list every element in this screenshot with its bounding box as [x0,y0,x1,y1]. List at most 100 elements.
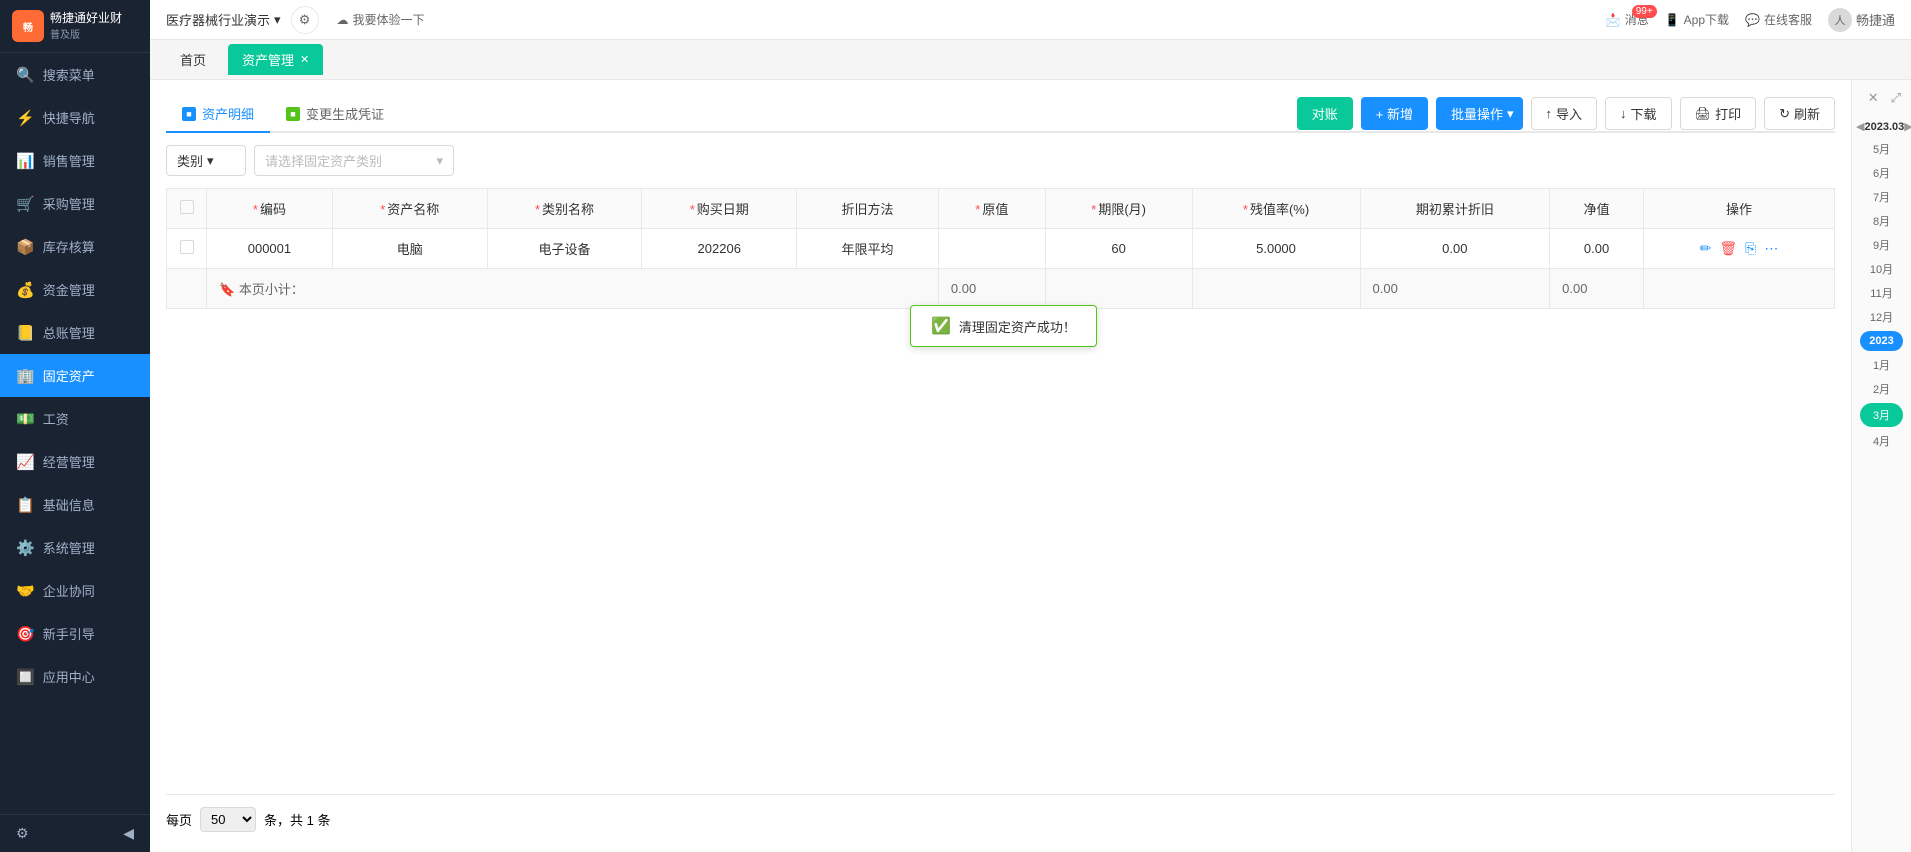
message-button[interactable]: 📩 消息 99+ [1606,11,1649,28]
pagination: 每页 50 10 20 100 条，共 1 条 [166,794,1835,836]
calendar-month-8[interactable]: 8月 [1852,209,1911,233]
calendar-month-1[interactable]: 1月 [1852,353,1911,377]
page-content: ■ 资产明细 ■ 变更生成凭证 对账 + 新增 批量操作 ▾ ↑ [150,80,1851,852]
calendar-close-button[interactable]: ✕ [1862,84,1885,112]
sidebar-item-fund[interactable]: 💰 资金管理 [0,268,150,311]
calendar-month-11[interactable]: 11月 [1852,281,1911,305]
category-dropdown-icon: ▾ [207,153,214,169]
calendar-prev-icon[interactable]: ◀ [1856,120,1864,133]
calendar-next-icon[interactable]: ▶ [1904,120,1911,133]
app-download-button[interactable]: 📱 App下载 [1665,11,1729,28]
new-button[interactable]: + 新增 [1361,97,1428,130]
sidebar-item-fixed-assets[interactable]: 🏢 固定资产 [0,354,150,397]
calendar-month-10[interactable]: 10月 [1852,257,1911,281]
batch-ops-dropdown-icon: ▾ [1507,106,1514,122]
collapse-sidebar-icon[interactable]: ◀ [123,825,134,842]
experience-button[interactable]: ☁ 我要体验一下 [337,11,425,28]
app-center-icon: 🔲 [16,668,35,686]
sidebar-item-sales[interactable]: 📊 销售管理 [0,139,150,182]
settings-button[interactable]: ⚙ [291,6,319,34]
sidebar-item-ledger[interactable]: 📒 总账管理 [0,311,150,354]
calendar-month-6[interactable]: 6月 [1852,161,1911,185]
cell-category: 电子设备 [487,229,642,269]
payroll-icon: 💵 [16,410,35,428]
online-service-button[interactable]: 💬 在线客服 [1745,11,1812,28]
sidebar-item-inventory[interactable]: 📦 库存核算 [0,225,150,268]
asset-category-select[interactable]: 请选择固定资产类别 ▾ [254,145,454,176]
col-period: *期限(月) [1045,189,1192,229]
assets-table: *编码 *资产名称 *类别名称 *购买日期 折旧方法 *原值 *期限(月) *残… [166,188,1835,309]
edit-action[interactable]: ✏ [1700,240,1712,257]
row-checkbox[interactable] [180,240,194,254]
subtab-asset-detail[interactable]: ■ 资产明细 [166,96,270,133]
calendar-month-7[interactable]: 7月 [1852,185,1911,209]
table-row: 000001 电脑 电子设备 202206 年限平均 60 5.0000 0.0… [167,229,1835,269]
sidebar-item-system[interactable]: ⚙️ 系统管理 [0,526,150,569]
print-button[interactable]: 🖨 打印 [1680,97,1757,130]
topbar-right: 📩 消息 99+ 📱 App下载 💬 在线客服 人 畅捷通 [1606,8,1895,32]
sidebar-item-label: 系统管理 [43,538,95,557]
calendar-month-3[interactable]: 3月 [1860,403,1903,427]
user-menu[interactable]: 人 畅捷通 [1828,8,1895,32]
cell-code: 000001 [207,229,333,269]
subtab-bar: ■ 资产明细 ■ 变更生成凭证 对账 + 新增 批量操作 ▾ ↑ [166,96,1835,133]
print-icon: 🖨 [1695,106,1712,122]
subtotal-label: 🔖 [219,282,239,297]
company-selector[interactable]: 医疗器械行业演示 ▾ [166,10,281,29]
import-button[interactable]: ↑ 导入 [1531,97,1598,130]
cell-depreciation-method: 年限平均 [797,229,939,269]
sidebar-bottom: ⚙ ◀ [0,814,150,852]
subtab-change-voucher[interactable]: ■ 变更生成凭证 [270,96,400,133]
calendar-month-12[interactable]: 12月 [1852,305,1911,329]
more-action[interactable]: ⋯ [1764,240,1778,257]
col-net-value: 净值 [1550,189,1644,229]
experience-label: 我要体验一下 [353,11,425,28]
sidebar-item-label: 总账管理 [43,323,95,342]
system-icon: ⚙️ [16,539,35,557]
sidebar-item-quick-nav[interactable]: ⚡ 快捷导航 [0,96,150,139]
sidebar-item-label: 固定资产 [43,366,95,385]
sidebar-item-app-center[interactable]: 🔲 应用中心 [0,655,150,698]
sidebar-item-label: 经营管理 [43,452,95,471]
logo-text: 畅捷通好业财 普及版 [50,11,122,42]
sidebar: 畅 畅捷通好业财 普及版 🔍 搜索菜单 ⚡ 快捷导航 📊 销售管理 🛒 采购管理… [0,0,150,852]
subtotal-initial-depreciation: 0.00 [1360,269,1550,309]
import-icon: ↑ [1546,106,1553,121]
calendar-month-5[interactable]: 5月 [1852,137,1911,161]
calendar-expand-button[interactable]: ⤢ [1885,84,1907,112]
sidebar-item-search[interactable]: 🔍 搜索菜单 [0,53,150,96]
select-all-checkbox[interactable] [180,200,194,214]
sidebar-item-operations[interactable]: 📈 经营管理 [0,440,150,483]
change-voucher-icon: ■ [286,107,300,121]
copy-action[interactable]: ⎘ [1745,240,1756,257]
cell-actions: ✏ 🗑 ⎘ ⋯ [1644,229,1835,269]
sidebar-logo: 畅 畅捷通好业财 普及版 [0,0,150,53]
sidebar-item-enterprise[interactable]: 🤝 企业协同 [0,569,150,612]
sidebar-item-guide[interactable]: 🎯 新手引导 [0,612,150,655]
delete-action[interactable]: 🗑 [1719,240,1737,257]
tab-close-icon[interactable]: ✕ [300,53,309,66]
cell-purchase-date: 202206 [642,229,797,269]
calendar-month-4[interactable]: 4月 [1852,429,1911,453]
calendar-month-2[interactable]: 2月 [1852,377,1911,401]
app-download-label: App下载 [1684,11,1729,28]
sidebar-item-label: 企业协同 [43,581,95,600]
sidebar-item-label: 搜索菜单 [43,65,95,84]
reconcile-button[interactable]: 对账 [1297,97,1353,130]
tab-home[interactable]: 首页 [166,44,220,75]
sidebar-item-basic-info[interactable]: 📋 基础信息 [0,483,150,526]
tab-asset-management[interactable]: 资产管理 ✕ [228,44,323,75]
main-container: 医疗器械行业演示 ▾ ⚙ ☁ 我要体验一下 📩 消息 99+ 📱 App下载 💬… [150,0,1911,852]
calendar-month-9[interactable]: 9月 [1852,233,1911,257]
sidebar-item-payroll[interactable]: 💵 工资 [0,397,150,440]
sidebar-item-purchase[interactable]: 🛒 采购管理 [0,182,150,225]
filter-row: 类别 ▾ 请选择固定资产类别 ▾ [166,145,1835,176]
calendar-year-2023[interactable]: 2023 [1860,331,1903,351]
batch-ops-button[interactable]: 批量操作 ▾ [1436,97,1523,130]
sales-icon: 📊 [16,152,35,170]
download-button[interactable]: ↓ 下载 [1605,97,1672,130]
refresh-button[interactable]: ↻ 刷新 [1764,97,1835,130]
page-size-select[interactable]: 50 10 20 100 [200,807,256,832]
settings-bottom-icon[interactable]: ⚙ [16,825,29,842]
category-filter[interactable]: 类别 ▾ [166,145,246,176]
